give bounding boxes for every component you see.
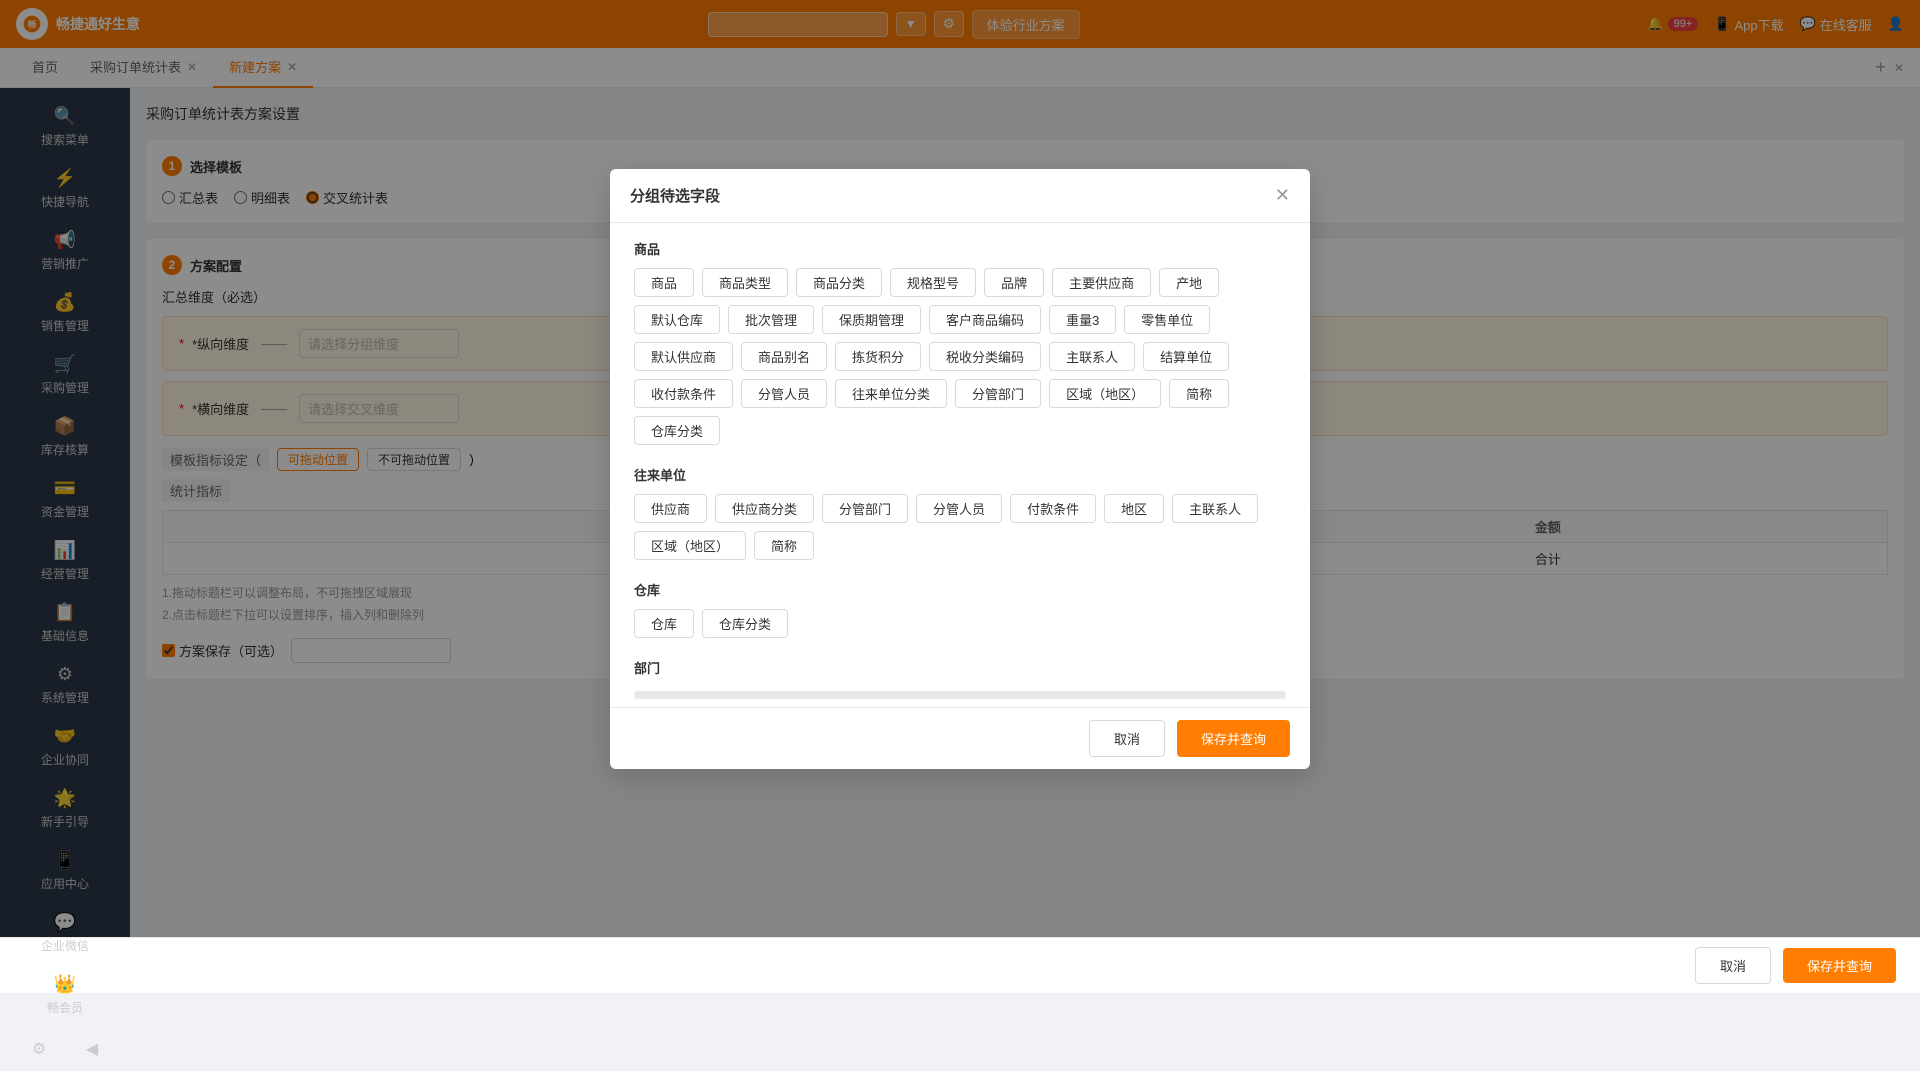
tag-partner-manager[interactable]: 分管人员 [916,494,1002,523]
tag-warehouse-category[interactable]: 仓库分类 [634,416,720,445]
section-partner-title: 往来单位 [634,465,1286,484]
tag-origin[interactable]: 产地 [1159,268,1219,297]
tag-partner-short[interactable]: 简称 [754,531,814,560]
member-icon: 👑 [54,974,76,995]
section-dept: 部门 部门 [634,658,1286,687]
tag-manager[interactable]: 分管人员 [741,379,827,408]
section-product-title: 商品 [634,239,1286,258]
tag-retail-unit[interactable]: 零售单位 [1124,305,1210,334]
tag-main-supplier[interactable]: 主要供应商 [1052,268,1151,297]
modal-title: 分组待选字段 [630,185,720,206]
sidebar-settings-icon[interactable]: ⚙ [32,1039,46,1059]
tag-weight3[interactable]: 重量3 [1049,305,1116,334]
tag-partner-dept[interactable]: 分管部门 [822,494,908,523]
tag-pick-points[interactable]: 拣货积分 [835,342,921,371]
tag-customer-code[interactable]: 客户商品编码 [929,305,1041,334]
tag-warehouse-cat[interactable]: 仓库分类 [702,609,788,638]
tag-partner-region[interactable]: 区域（地区） [634,531,746,560]
section-warehouse-tags: 仓库 仓库分类 [634,609,1286,638]
section-warehouse: 仓库 仓库 仓库分类 [634,580,1286,638]
modal-close-button[interactable]: ✕ [1275,185,1290,206]
tag-short-name[interactable]: 简称 [1169,379,1229,408]
modal-header: 分组待选字段 ✕ [610,169,1310,223]
tag-supplier[interactable]: 供应商 [634,494,707,523]
modal-footer: 取消 保存并查询 [610,707,1310,769]
modal-overlay: 分组待选字段 ✕ 商品 商品 商品类型 商品分类 规格型号 品牌 主要供应商 产… [0,0,1920,937]
sidebar-bottom: ⚙ ◀ [0,1026,130,1071]
sidebar-item-wechat-label: 企业微信 [41,937,89,954]
tag-default-supplier[interactable]: 默认供应商 [634,342,733,371]
horizontal-scrollbar-track[interactable] [634,691,1286,699]
tag-area[interactable]: 地区 [1104,494,1164,523]
tag-batch-mgmt[interactable]: 批次管理 [728,305,814,334]
tag-shelf-life[interactable]: 保质期管理 [822,305,921,334]
cancel-button[interactable]: 取消 [1695,947,1771,984]
tag-warehouse[interactable]: 仓库 [634,609,694,638]
tag-tax-code[interactable]: 税收分类编码 [929,342,1041,371]
modal-save-button[interactable]: 保存并查询 [1177,720,1290,757]
section-warehouse-title: 仓库 [634,580,1286,599]
tag-partner-category[interactable]: 往来单位分类 [835,379,947,408]
modal-body: 商品 商品 商品类型 商品分类 规格型号 品牌 主要供应商 产地 默认仓库 批次… [610,223,1310,687]
tag-product-type[interactable]: 商品类型 [702,268,788,297]
tag-spec-model[interactable]: 规格型号 [890,268,976,297]
tag-dept-managed[interactable]: 分管部门 [955,379,1041,408]
tag-payment-cond[interactable]: 付款条件 [1010,494,1096,523]
tag-brand[interactable]: 品牌 [984,268,1044,297]
sidebar-collapse-icon[interactable]: ◀ [86,1039,98,1059]
bottom-bar: 取消 保存并查询 [0,937,1920,993]
save-query-button[interactable]: 保存并查询 [1783,948,1896,983]
section-product-tags: 商品 商品类型 商品分类 规格型号 品牌 主要供应商 产地 默认仓库 批次管理 … [634,268,1286,445]
section-product: 商品 商品 商品类型 商品分类 规格型号 品牌 主要供应商 产地 默认仓库 批次… [634,239,1286,445]
tag-partner-contact[interactable]: 主联系人 [1172,494,1258,523]
sidebar-item-member-label: 畅会员 [47,999,83,1016]
tag-region[interactable]: 区域（地区） [1049,379,1161,408]
section-dept-title: 部门 [634,658,1286,677]
sidebar-item-member[interactable]: 👑 畅会员 [0,964,130,1026]
modal-dialog: 分组待选字段 ✕ 商品 商品 商品类型 商品分类 规格型号 品牌 主要供应商 产… [610,169,1310,769]
tag-product-alias[interactable]: 商品别名 [741,342,827,371]
tag-main-contact[interactable]: 主联系人 [1049,342,1135,371]
tag-supplier-category[interactable]: 供应商分类 [715,494,814,523]
modal-horizontal-scroll [610,687,1310,707]
tag-settlement-unit[interactable]: 结算单位 [1143,342,1229,371]
section-partner-tags: 供应商 供应商分类 分管部门 分管人员 付款条件 地区 主联系人 区域（地区） … [634,494,1286,560]
tag-product-category[interactable]: 商品分类 [796,268,882,297]
section-partner: 往来单位 供应商 供应商分类 分管部门 分管人员 付款条件 地区 主联系人 区域… [634,465,1286,560]
tag-default-warehouse[interactable]: 默认仓库 [634,305,720,334]
tag-product[interactable]: 商品 [634,268,694,297]
tag-payment-terms[interactable]: 收付款条件 [634,379,733,408]
modal-cancel-button[interactable]: 取消 [1089,720,1165,757]
